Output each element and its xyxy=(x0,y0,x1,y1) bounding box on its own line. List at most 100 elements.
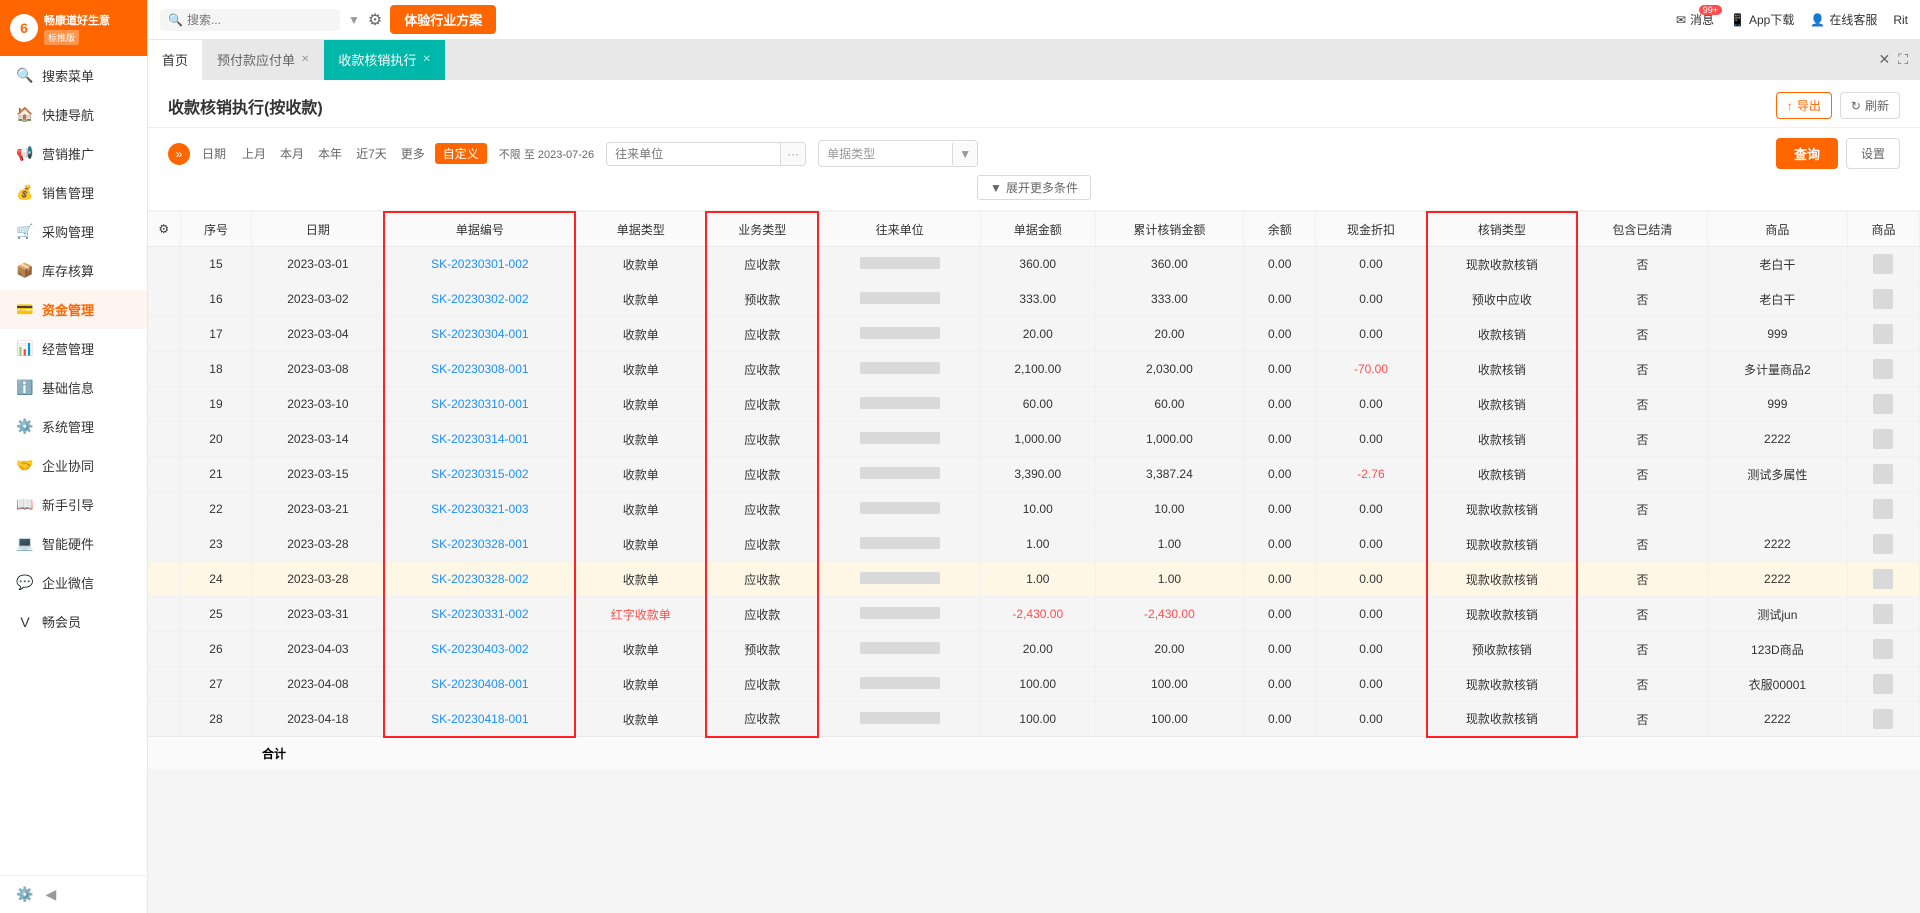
sidebar-item-purchase[interactable]: 🛒 采购管理 xyxy=(0,212,147,251)
sidebar-item-enterprise[interactable]: 🤝 企业协同 xyxy=(0,446,147,485)
page-header: 收款核销执行(按收款) ↑ 导出 ↻ 刷新 xyxy=(148,80,1920,128)
message-badge: 99+ xyxy=(1699,5,1722,15)
row-product2 xyxy=(1847,702,1919,737)
sidebar-item-operation[interactable]: 📊 经营管理 xyxy=(0,329,147,368)
row-date: 2023-03-08 xyxy=(252,352,384,387)
row-bill-no[interactable]: SK-20230328-001 xyxy=(384,527,575,562)
row-bill-no[interactable]: SK-20230304-001 xyxy=(384,317,575,352)
app-download-button[interactable]: 📱 App下载 xyxy=(1730,11,1794,28)
row-date: 2023-03-10 xyxy=(252,387,384,422)
topbar-gear-icon[interactable]: ⚙ xyxy=(368,10,382,30)
date-btn-this-month[interactable]: 本月 xyxy=(276,143,308,164)
expand-tab-icon[interactable]: ⛶ xyxy=(1898,51,1908,68)
row-product2 xyxy=(1847,387,1919,422)
row-bill-no[interactable]: SK-20230302-002 xyxy=(384,282,575,317)
row-include-settled: 否 xyxy=(1577,597,1707,632)
tab-collect[interactable]: 收款核销执行 ✕ xyxy=(324,40,445,80)
sidebar-item-finance[interactable]: 💳 资金管理 xyxy=(0,290,147,329)
sidebar-item-inventory[interactable]: 📦 库存核算 xyxy=(0,251,147,290)
row-bill-no[interactable]: SK-20230301-002 xyxy=(384,247,575,282)
close-tab-icon[interactable]: ✕ xyxy=(1878,51,1890,68)
filter-expand-button[interactable]: » xyxy=(168,143,190,165)
settings-bottom-icon[interactable]: ⚙️ xyxy=(16,886,33,903)
main-area: 🔍 ▼ ⚙ 体验行业方案 ✉ 消息 99+ 📱 App下载 👤 在线客服 Rit xyxy=(148,0,1920,913)
col-include-settled: 包含已结清 xyxy=(1577,212,1707,247)
receipt-type-arrow[interactable]: ▼ xyxy=(952,143,977,165)
query-button[interactable]: 查询 xyxy=(1776,138,1838,169)
messages-button[interactable]: ✉ 消息 99+ xyxy=(1676,11,1714,28)
collapse-icon[interactable]: ◀ xyxy=(45,886,56,903)
tab-home[interactable]: 首页 xyxy=(148,40,203,80)
row-cumulative: 1.00 xyxy=(1095,562,1244,597)
online-service-button[interactable]: 👤 在线客服 xyxy=(1810,11,1877,28)
export-button[interactable]: ↑ 导出 xyxy=(1776,92,1832,119)
col-settings[interactable]: ⚙ xyxy=(148,212,180,247)
row-counterpart xyxy=(818,422,980,457)
tab-prepay[interactable]: 预付款应付单 ✕ xyxy=(203,40,324,80)
expand-more-button[interactable]: ▼ 展开更多条件 xyxy=(977,175,1091,200)
row-bill-no[interactable]: SK-20230331-002 xyxy=(384,597,575,632)
counterpart-input-dots[interactable]: ··· xyxy=(780,143,805,165)
sidebar-item-search[interactable]: 🔍 搜索菜单 xyxy=(0,56,147,95)
counterpart-input[interactable] xyxy=(607,143,780,165)
sidebar-item-member[interactable]: V 畅会员 xyxy=(0,602,147,641)
date-btn-custom[interactable]: 自定义 xyxy=(435,143,487,164)
date-range-display: 不限 至 2023-07-26 xyxy=(499,146,594,162)
sidebar-item-wechat[interactable]: 💬 企业微信 xyxy=(0,563,147,602)
row-biz-type: 应收款 xyxy=(706,527,818,562)
row-bill-no[interactable]: SK-20230310-001 xyxy=(384,387,575,422)
refresh-button[interactable]: ↻ 刷新 xyxy=(1840,92,1900,119)
sidebar-item-sales[interactable]: 💰 销售管理 xyxy=(0,173,147,212)
row-bill-no[interactable]: SK-20230328-002 xyxy=(384,562,575,597)
date-btn-7days[interactable]: 近7天 xyxy=(352,143,391,164)
row-no: 19 xyxy=(180,387,252,422)
enterprise-icon: 🤝 xyxy=(16,457,34,474)
row-product2 xyxy=(1847,352,1919,387)
sidebar-item-system[interactable]: ⚙️ 系统管理 xyxy=(0,407,147,446)
row-no: 15 xyxy=(180,247,252,282)
sidebar-item-guide[interactable]: 📖 新手引导 xyxy=(0,485,147,524)
row-product2 xyxy=(1847,282,1919,317)
data-table: ⚙ 序号 日期 单据编号 单据类型 业务类型 往来单位 单据金额 累计核销金额 … xyxy=(148,211,1920,769)
row-bill-no[interactable]: SK-20230308-001 xyxy=(384,352,575,387)
row-cancel-type: 现款收款核销 xyxy=(1427,702,1577,737)
prepay-tab-close-icon[interactable]: ✕ xyxy=(301,54,309,65)
row-cumulative: 360.00 xyxy=(1095,247,1244,282)
topbar-search-input[interactable] xyxy=(187,13,332,27)
row-include-settled: 否 xyxy=(1577,352,1707,387)
row-bill-no[interactable]: SK-20230321-003 xyxy=(384,492,575,527)
row-balance: 0.00 xyxy=(1244,282,1316,317)
row-cancel-type: 收款核销 xyxy=(1427,387,1577,422)
row-bill-no[interactable]: SK-20230408-001 xyxy=(384,667,575,702)
date-btn-more[interactable]: 更多 xyxy=(397,143,429,164)
sidebar-item-basic[interactable]: ℹ️ 基础信息 xyxy=(0,368,147,407)
row-bill-no[interactable]: SK-20230315-002 xyxy=(384,457,575,492)
row-cancel-type: 预收款核销 xyxy=(1427,632,1577,667)
finance-icon: 💳 xyxy=(16,301,34,318)
row-balance: 0.00 xyxy=(1244,702,1316,737)
table-row: 24 2023-03-28 SK-20230328-002 收款单 应收款 1.… xyxy=(148,562,1920,597)
col-no: 序号 xyxy=(180,212,252,247)
row-bill-no[interactable]: SK-20230314-001 xyxy=(384,422,575,457)
row-counterpart xyxy=(818,562,980,597)
row-product: 衣服00001 xyxy=(1707,667,1847,702)
solution-button[interactable]: 体验行业方案 xyxy=(390,5,496,34)
date-btn-this-year[interactable]: 本年 xyxy=(314,143,346,164)
row-date: 2023-03-15 xyxy=(252,457,384,492)
filter-settings-button[interactable]: 设置 xyxy=(1846,138,1900,169)
sidebar-bottom: ⚙️ ◀ xyxy=(0,875,147,913)
row-bill-no[interactable]: SK-20230403-002 xyxy=(384,632,575,667)
sidebar-item-marketing[interactable]: 📢 营销推广 xyxy=(0,134,147,173)
row-product: 999 xyxy=(1707,387,1847,422)
row-cash-discount: 0.00 xyxy=(1316,247,1427,282)
row-include-settled: 否 xyxy=(1577,562,1707,597)
row-bill-no[interactable]: SK-20230418-001 xyxy=(384,702,575,737)
sidebar-item-hardware[interactable]: 💻 智能硬件 xyxy=(0,524,147,563)
purchase-icon: 🛒 xyxy=(16,223,34,240)
date-btn-last-month[interactable]: 上月 xyxy=(238,143,270,164)
tab-actions: ✕ ⛶ xyxy=(1878,51,1920,68)
row-bill-amount: 1,000.00 xyxy=(980,422,1095,457)
sidebar-item-quick-nav[interactable]: 🏠 快捷导航 xyxy=(0,95,147,134)
collect-tab-close-icon[interactable]: ✕ xyxy=(422,54,430,65)
topbar-chevron-icon[interactable]: ▼ xyxy=(348,13,360,27)
